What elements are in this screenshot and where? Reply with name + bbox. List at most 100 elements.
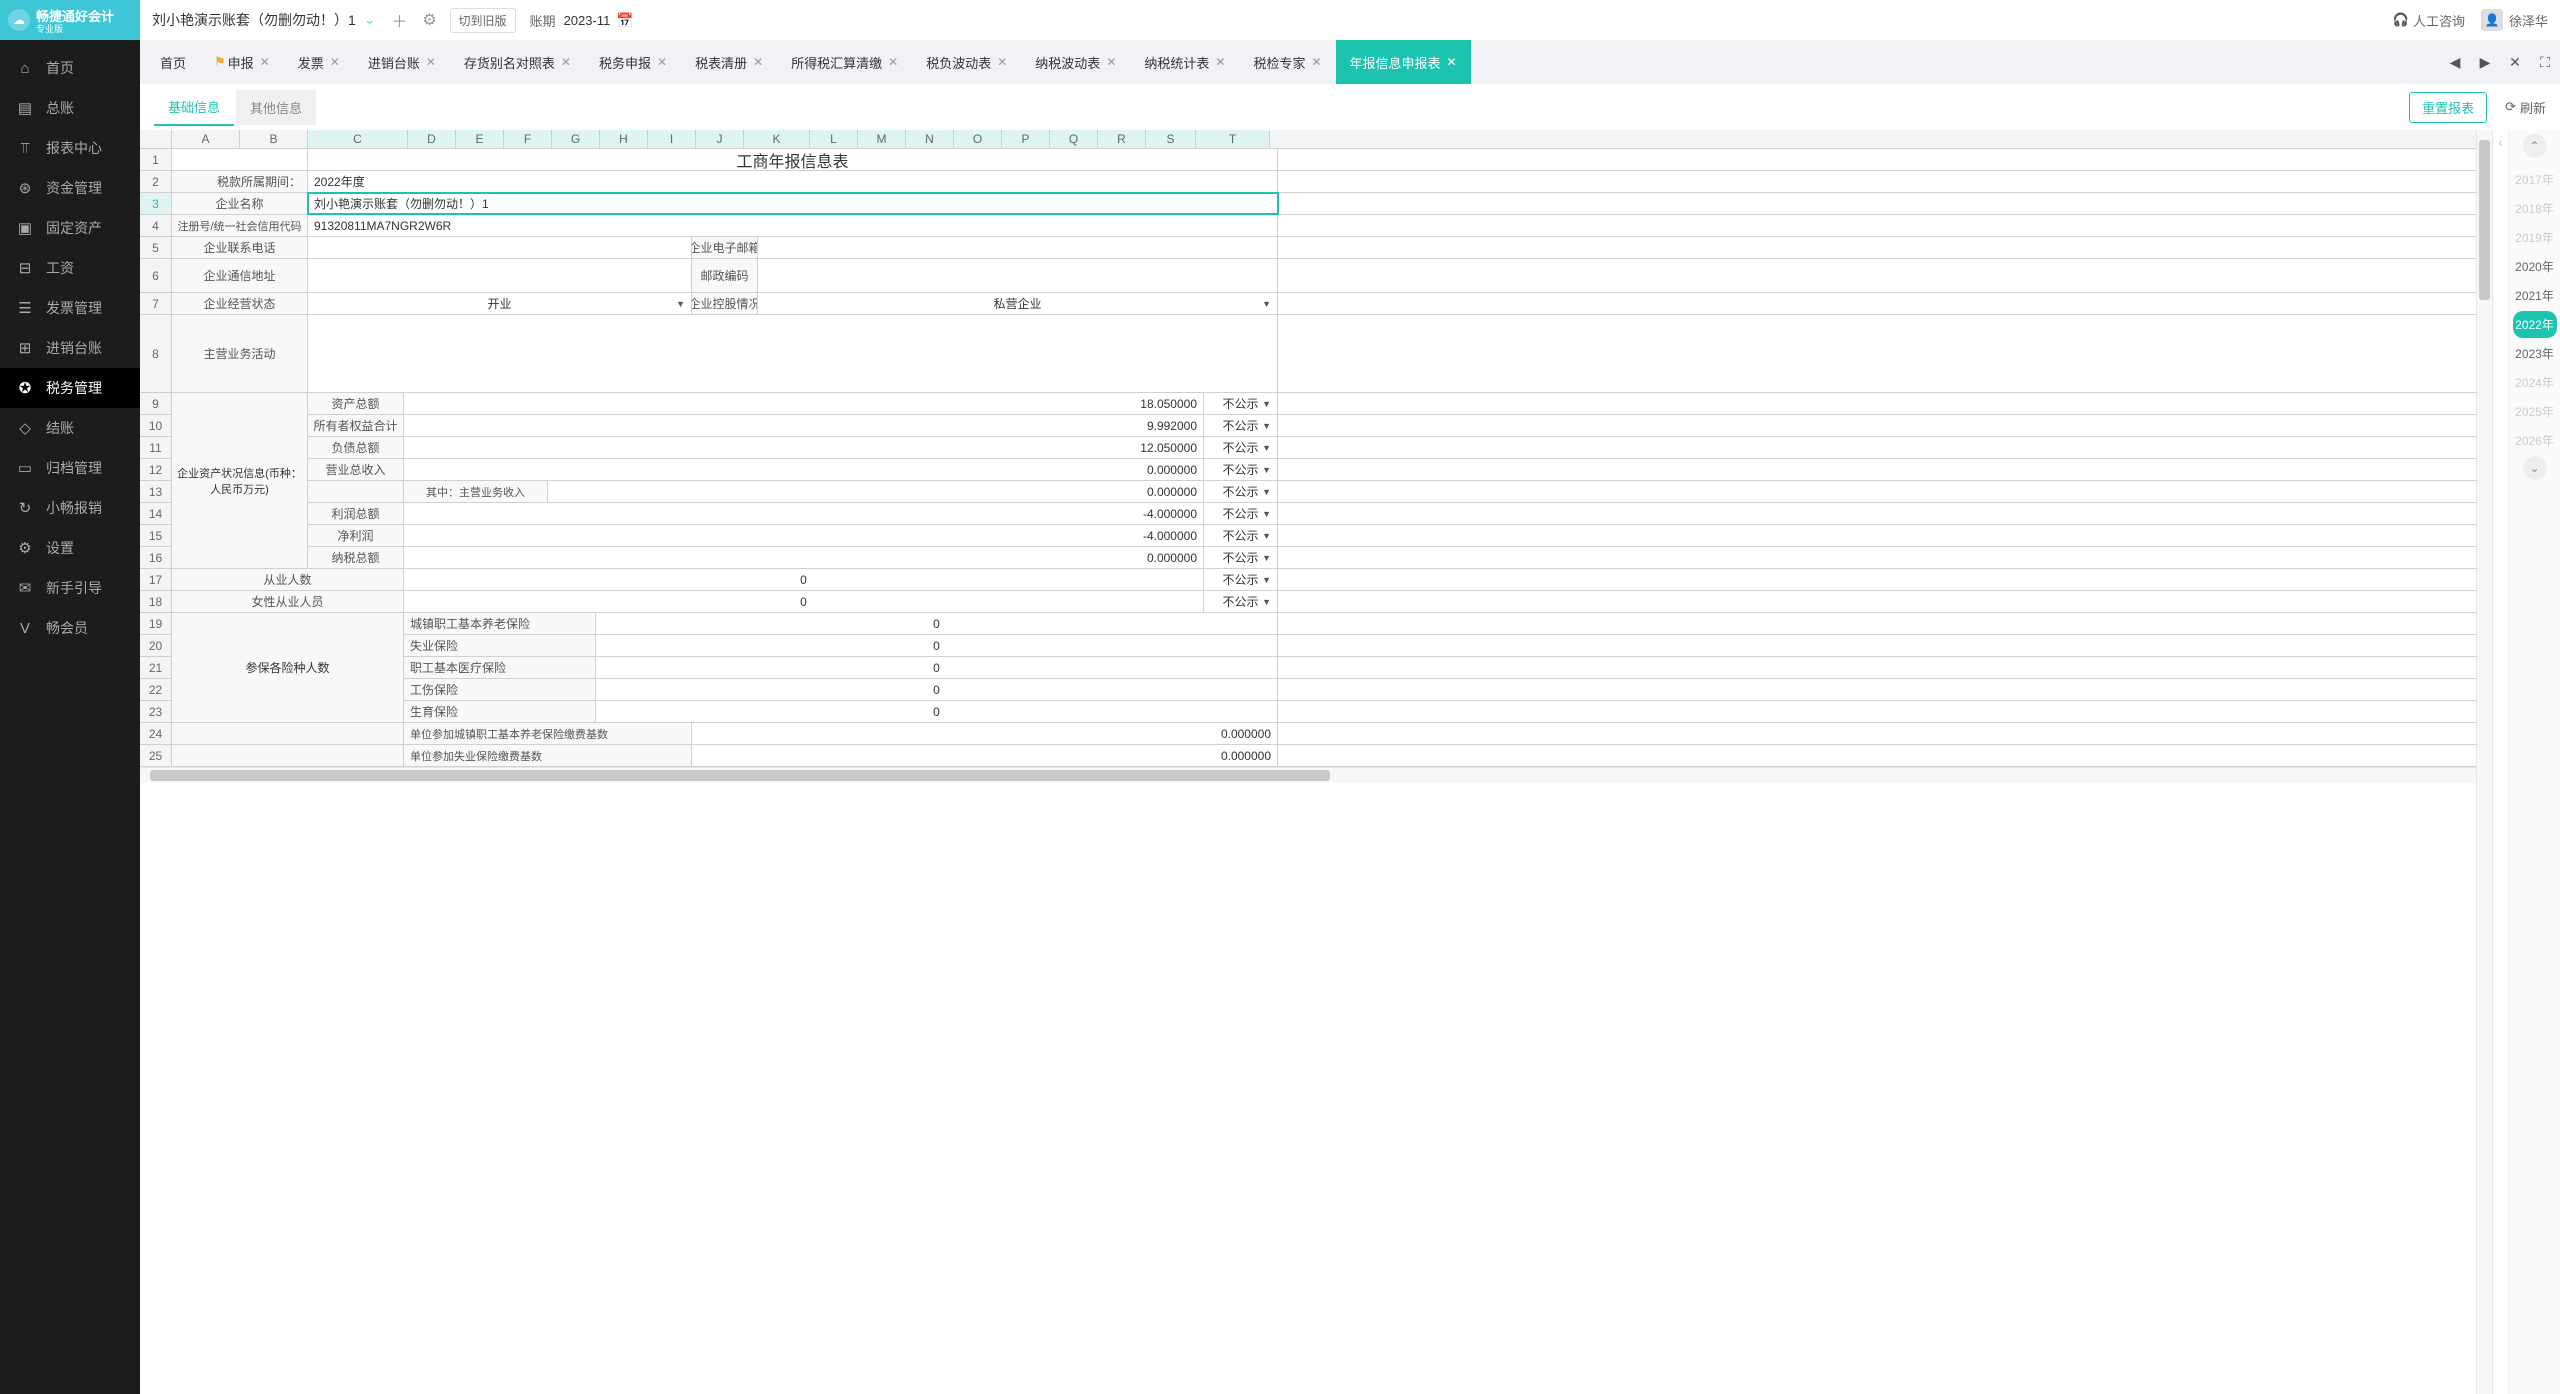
col-header-F[interactable]: F	[504, 130, 552, 148]
subtab-other[interactable]: 其他信息	[236, 90, 316, 125]
close-icon[interactable]: ✕	[1447, 55, 1457, 69]
asset-value[interactable]: 12.050000	[404, 437, 1204, 458]
nav-item-12[interactable]: ⚙设置	[0, 528, 140, 568]
visibility-dropdown[interactable]: 不公示	[1204, 415, 1278, 436]
year-2024年[interactable]: 2024年	[2513, 369, 2557, 396]
col-header-M[interactable]: M	[858, 130, 906, 148]
nav-item-9[interactable]: ◇结账	[0, 408, 140, 448]
asset-value[interactable]: 9.992000	[404, 415, 1204, 436]
year-2025年[interactable]: 2025年	[2513, 398, 2557, 425]
visibility-dropdown[interactable]: 不公示	[1204, 591, 1278, 612]
nav-item-13[interactable]: ✉新手引导	[0, 568, 140, 608]
visibility-dropdown[interactable]: 不公示	[1204, 393, 1278, 414]
contrib-value[interactable]: 0.000000	[692, 745, 1278, 766]
user-menu[interactable]: 👤 徐泽华	[2481, 9, 2548, 31]
insurance-value[interactable]: 0	[596, 613, 1278, 634]
col-header-L[interactable]: L	[810, 130, 858, 148]
visibility-dropdown[interactable]: 不公示	[1204, 569, 1278, 590]
close-icon[interactable]: ✕	[1106, 55, 1116, 69]
row-header-9[interactable]: 9	[140, 393, 172, 415]
col-header-T[interactable]: T	[1196, 130, 1270, 148]
year-2019年[interactable]: 2019年	[2513, 224, 2557, 251]
close-icon[interactable]: ✕	[1311, 55, 1321, 69]
company-value[interactable]: 刘小艳演示账套（勿删勿动！）1	[308, 193, 1278, 214]
row-header-18[interactable]: 18	[140, 591, 172, 613]
row-header-24[interactable]: 24	[140, 723, 172, 745]
corner-cell[interactable]	[140, 130, 172, 148]
fullscreen-icon[interactable]: ⛶	[2530, 54, 2560, 71]
row-header-7[interactable]: 7	[140, 293, 172, 315]
col-header-G[interactable]: G	[552, 130, 600, 148]
nav-item-8[interactable]: ✪税务管理	[0, 368, 140, 408]
close-icon[interactable]: ✕	[1215, 55, 1225, 69]
visibility-dropdown[interactable]: 不公示	[1204, 459, 1278, 480]
row-header-4[interactable]: 4	[140, 215, 172, 237]
col-header-P[interactable]: P	[1002, 130, 1050, 148]
row-header-12[interactable]: 12	[140, 459, 172, 481]
row-header-14[interactable]: 14	[140, 503, 172, 525]
tab-9[interactable]: 纳税波动表✕	[1021, 40, 1130, 84]
col-header-I[interactable]: I	[648, 130, 696, 148]
reg-value[interactable]: 91320811MA7NGR2W6R	[308, 215, 1278, 236]
col-header-E[interactable]: E	[456, 130, 504, 148]
email-value[interactable]	[758, 237, 1278, 258]
nav-item-1[interactable]: ▤总账	[0, 88, 140, 128]
close-icon[interactable]: ✕	[657, 55, 667, 69]
nav-item-0[interactable]: ⌂首页	[0, 48, 140, 88]
col-header-J[interactable]: J	[696, 130, 744, 148]
addr-value[interactable]	[308, 259, 692, 292]
tab-12[interactable]: 年报信息申报表✕	[1336, 40, 1471, 84]
asset-value[interactable]: 0.000000	[404, 459, 1204, 480]
col-header-K[interactable]: K	[744, 130, 810, 148]
col-header-O[interactable]: O	[954, 130, 1002, 148]
year-2018年[interactable]: 2018年	[2513, 195, 2557, 222]
tab-3[interactable]: 进销台账✕	[354, 40, 450, 84]
close-icon[interactable]: ✕	[888, 55, 898, 69]
row-header-5[interactable]: 5	[140, 237, 172, 259]
close-icon[interactable]: ✕	[260, 55, 270, 69]
phone-value[interactable]	[308, 237, 692, 258]
year-up-button[interactable]: ⌃	[2523, 134, 2547, 158]
col-header-A[interactable]: A	[172, 130, 240, 148]
female-value[interactable]: 0	[404, 591, 1204, 612]
asset-value[interactable]: -4.000000	[404, 525, 1204, 546]
support-link[interactable]: 🎧 人工咨询	[2393, 11, 2465, 30]
row-header-8[interactable]: 8	[140, 315, 172, 393]
insurance-value[interactable]: 0	[596, 635, 1278, 656]
tab-2[interactable]: 发票✕	[284, 40, 354, 84]
visibility-dropdown[interactable]: 不公示	[1204, 437, 1278, 458]
nav-item-7[interactable]: ⊞进销台账	[0, 328, 140, 368]
close-icon[interactable]: ✕	[997, 55, 1007, 69]
visibility-dropdown[interactable]: 不公示	[1204, 525, 1278, 546]
close-icon[interactable]: ✕	[561, 55, 571, 69]
row-header-22[interactable]: 22	[140, 679, 172, 701]
year-2026年[interactable]: 2026年	[2513, 427, 2557, 454]
horizontal-scrollbar[interactable]	[140, 767, 2476, 783]
nav-item-14[interactable]: V畅会员	[0, 608, 140, 648]
tab-4[interactable]: 存货别名对照表✕	[450, 40, 585, 84]
year-down-button[interactable]: ⌄	[2523, 456, 2547, 480]
nav-item-11[interactable]: ↻小畅报销	[0, 488, 140, 528]
year-2022年[interactable]: 2022年	[2513, 311, 2557, 338]
close-icon[interactable]: ✕	[753, 55, 763, 69]
headcount-value[interactable]: 0	[404, 569, 1204, 590]
nav-item-6[interactable]: ☰发票管理	[0, 288, 140, 328]
refresh-button[interactable]: ⟳ 刷新	[2505, 98, 2546, 117]
tab-10[interactable]: 纳税统计表✕	[1130, 40, 1239, 84]
add-icon[interactable]: ＋	[390, 10, 410, 30]
tabs-next-button[interactable]: ▶	[2470, 54, 2500, 71]
row-header-6[interactable]: 6	[140, 259, 172, 293]
col-header-S[interactable]: S	[1146, 130, 1196, 148]
chevron-down-icon[interactable]: ⌄	[364, 14, 376, 26]
visibility-dropdown[interactable]: 不公示	[1204, 481, 1278, 502]
col-header-R[interactable]: R	[1098, 130, 1146, 148]
close-icon[interactable]: ✕	[426, 55, 436, 69]
col-header-D[interactable]: D	[408, 130, 456, 148]
row-header-15[interactable]: 15	[140, 525, 172, 547]
tab-7[interactable]: 所得税汇算清缴✕	[777, 40, 912, 84]
asset-value[interactable]: 18.050000	[404, 393, 1204, 414]
calendar-icon[interactable]: 📅	[616, 12, 633, 29]
tab-8[interactable]: 税负波动表✕	[912, 40, 1021, 84]
row-header-20[interactable]: 20	[140, 635, 172, 657]
asset-value[interactable]: -4.000000	[404, 503, 1204, 524]
